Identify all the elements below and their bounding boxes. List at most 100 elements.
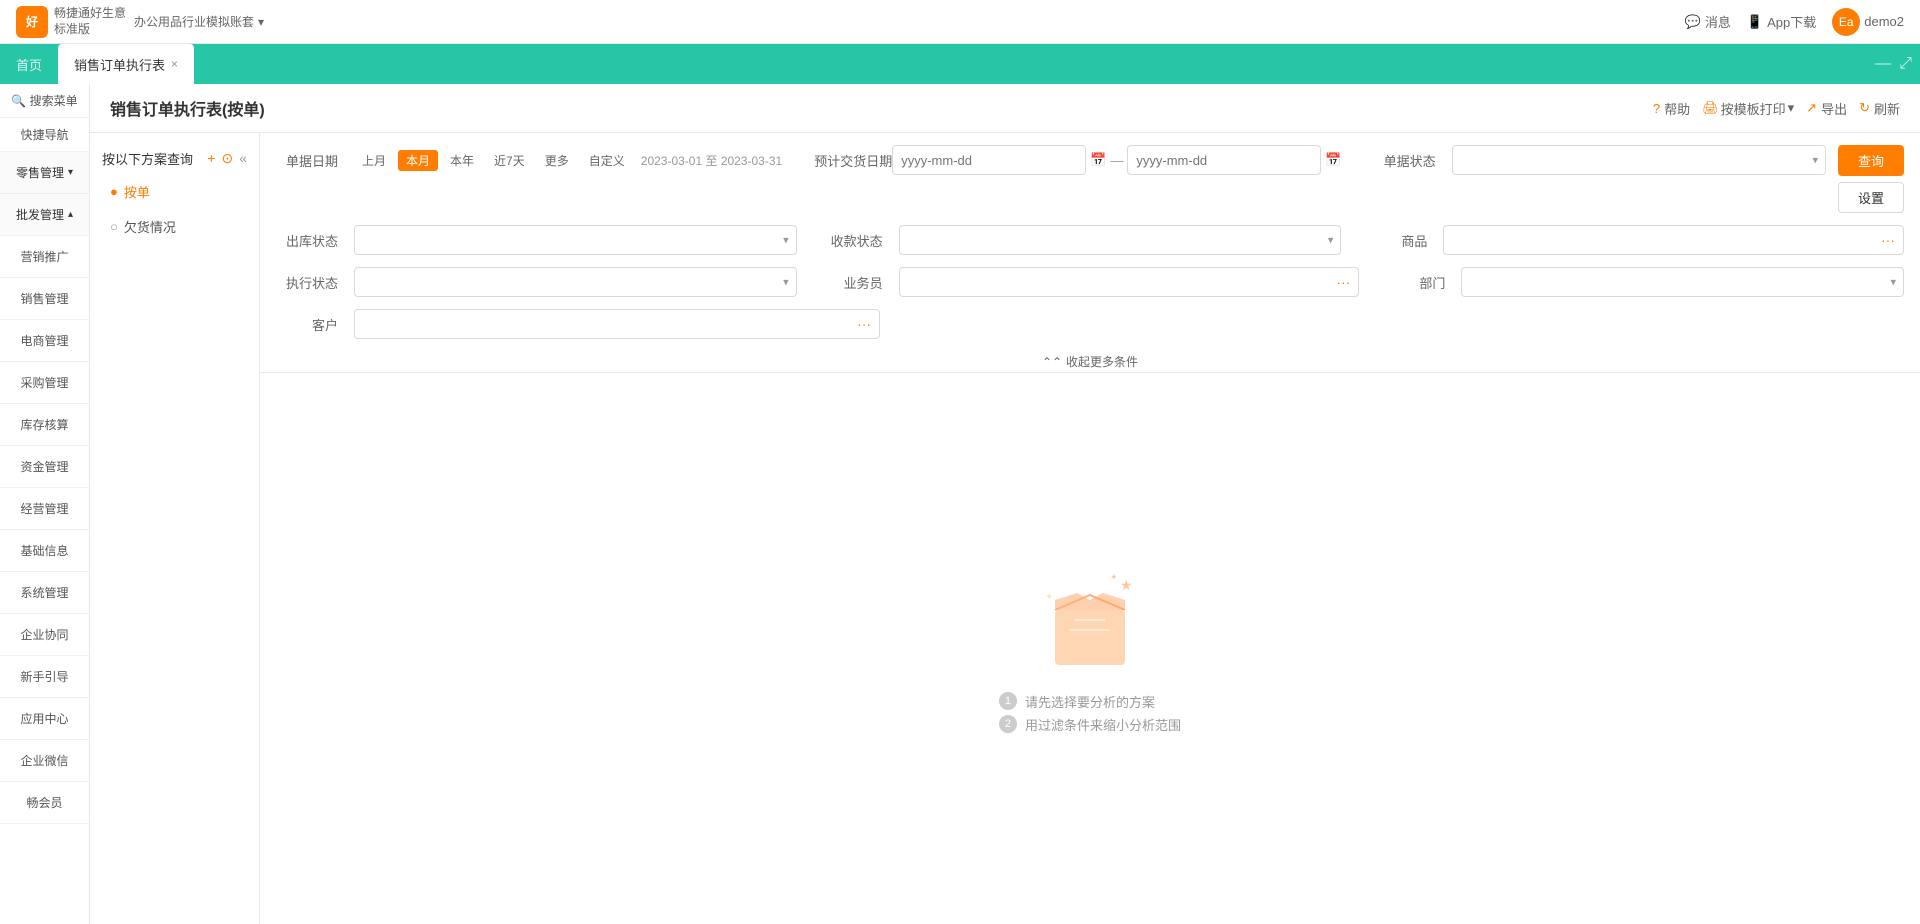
dept-select[interactable]: [1461, 267, 1904, 297]
content: 销售订单执行表(按单) ? 帮助 🖨 按模板打印 ▾ ↗ 导出 ↻ 刷新: [90, 84, 1920, 924]
sidebar-item-finance[interactable]: 资金管理: [0, 446, 89, 488]
dept-wrapper: [1461, 267, 1904, 297]
collapse-panel-button[interactable]: «: [239, 150, 247, 167]
filter-row-4: 客户 ···: [276, 309, 1904, 339]
sidebar-item-enterprise[interactable]: 企业协同: [0, 614, 89, 656]
sidebar-item-marketing[interactable]: 营销推广: [0, 236, 89, 278]
help-icon: ?: [1653, 101, 1660, 116]
date-label: 单据日期: [276, 151, 346, 170]
filter-row-1: 单据日期 上月 本月 本年 近7天 更多 自定义 2023-03-01 至 20…: [276, 145, 1904, 213]
help-button[interactable]: ? 帮助: [1653, 99, 1690, 118]
delivery-status-label: 出库状态: [276, 231, 346, 250]
payment-status-label: 收款状态: [821, 231, 891, 250]
tab-maximize-icon[interactable]: ⤢: [1899, 55, 1912, 73]
action-buttons: 查询 设置: [1838, 145, 1904, 213]
calendar-end-icon[interactable]: 📅: [1325, 152, 1341, 168]
sidebar-quick-nav[interactable]: 快捷导航: [0, 118, 89, 152]
message-button[interactable]: 💬 消息: [1685, 12, 1731, 31]
empty-icon-svg: ★ ✦ ✦: [1035, 565, 1145, 675]
sidebar-item-system[interactable]: 系统管理: [0, 572, 89, 614]
user-menu[interactable]: Ea demo2: [1832, 8, 1904, 36]
sidebar-item-ecommerce[interactable]: 电商管理: [0, 320, 89, 362]
goods-field[interactable]: ···: [1443, 225, 1904, 255]
sidebar-search[interactable]: 🔍 搜索菜单: [0, 84, 89, 118]
delivery-status-select[interactable]: [354, 225, 797, 255]
sidebar: 🔍 搜索菜单 快捷导航 零售管理 ▾ 批发管理 ▴ 营销推广 销售管理 电商管理…: [0, 84, 90, 924]
salesperson-field[interactable]: ···: [899, 267, 1360, 297]
payment-status-select[interactable]: [899, 225, 1342, 255]
app-dropdown[interactable]: 办公用品行业模拟账套 ▾: [134, 13, 264, 30]
exec-status-select[interactable]: [354, 267, 797, 297]
sidebar-item-basic-info[interactable]: 基础信息: [0, 530, 89, 572]
setting-button[interactable]: 设置: [1838, 182, 1904, 213]
active-scheme-icon: ●: [110, 184, 118, 199]
download-icon: 📱: [1747, 14, 1763, 30]
chevron-down-icon: ▾: [68, 167, 73, 178]
date-tab-current-year[interactable]: 本年: [442, 150, 482, 171]
message-icon: 💬: [1685, 14, 1701, 30]
scheme-item-shortage[interactable]: ○ 欠货情况: [90, 209, 259, 244]
exec-status-label: 执行状态: [276, 273, 346, 292]
goods-more-icon[interactable]: ···: [1881, 232, 1895, 248]
salesperson-more-icon[interactable]: ···: [1336, 274, 1350, 290]
date-tab-7days[interactable]: 近7天: [486, 150, 533, 171]
tab-close-icon[interactable]: ×: [171, 57, 178, 71]
date-tab-current-month[interactable]: 本月: [398, 150, 438, 171]
sidebar-item-new-guide[interactable]: 新手引导: [0, 656, 89, 698]
hint-number-2: 2: [999, 715, 1017, 733]
expected-date-label: 预计交货日期: [814, 151, 884, 170]
status-select[interactable]: [1452, 145, 1826, 175]
scheme-item-by-order[interactable]: ● 按单: [90, 174, 259, 209]
date-separator: —: [1110, 153, 1123, 168]
payment-status-wrapper: [899, 225, 1342, 255]
svg-text:✦: ✦: [1110, 572, 1118, 582]
print-icon: 🖨: [1702, 100, 1719, 116]
filter-row-3: 执行状态 业务员 ··· 部门: [276, 267, 1904, 297]
sidebar-item-inventory[interactable]: 库存核算: [0, 404, 89, 446]
calendar-start-icon[interactable]: 📅: [1090, 152, 1106, 168]
edit-scheme-button[interactable]: ⊙: [221, 150, 233, 167]
add-scheme-button[interactable]: +: [207, 150, 215, 167]
logo-area: 好 畅捷通好生意 标准版: [16, 6, 126, 38]
sidebar-item-operations[interactable]: 经营管理: [0, 488, 89, 530]
main-layout: 🔍 搜索菜单 快捷导航 零售管理 ▾ 批发管理 ▴ 营销推广 销售管理 电商管理…: [0, 84, 1920, 924]
date-tab-more[interactable]: 更多: [537, 150, 577, 171]
sidebar-item-wholesale[interactable]: 批发管理 ▴: [0, 194, 89, 236]
filter-content: 单据日期 上月 本月 本年 近7天 更多 自定义 2023-03-01 至 20…: [260, 133, 1920, 924]
date-range-display: 2023-03-01 至 2023-03-31: [641, 152, 782, 169]
collapse-button[interactable]: ⌃⌃ 收起更多条件: [276, 347, 1904, 372]
sidebar-item-purchase[interactable]: 采购管理: [0, 362, 89, 404]
date-tab-custom[interactable]: 自定义: [581, 150, 633, 171]
print-dropdown-icon: ▾: [1788, 100, 1795, 116]
sidebar-item-enterprise-wechat[interactable]: 企业微信: [0, 740, 89, 782]
sidebar-item-retail[interactable]: 零售管理 ▾: [0, 152, 89, 194]
customer-more-icon[interactable]: ···: [857, 316, 871, 332]
tab-bar-actions: — ⤢: [1875, 55, 1920, 73]
empty-hints: 1 请先选择要分析的方案 2 用过滤条件来缩小分析范围: [999, 692, 1181, 738]
sidebar-item-app-center[interactable]: 应用中心: [0, 698, 89, 740]
sidebar-item-member[interactable]: 畅会员: [0, 782, 89, 824]
logo-text: 畅捷通好生意 标准版: [54, 6, 126, 37]
refresh-button[interactable]: ↻ 刷新: [1859, 99, 1900, 118]
dept-label: 部门: [1383, 273, 1453, 292]
query-button[interactable]: 查询: [1838, 145, 1904, 176]
customer-field[interactable]: ···: [354, 309, 880, 339]
top-bar-left: 好 畅捷通好生意 标准版 办公用品行业模拟账套 ▾: [16, 6, 264, 38]
sidebar-item-sales[interactable]: 销售管理: [0, 278, 89, 320]
export-button[interactable]: ↗ 导出: [1806, 99, 1847, 118]
app-download-button[interactable]: 📱 App下载: [1747, 12, 1816, 31]
tab-minimize-icon[interactable]: —: [1875, 55, 1891, 73]
date-tab-last-month[interactable]: 上月: [354, 150, 394, 171]
tab-sales-order[interactable]: 销售订单执行表 ×: [58, 44, 194, 84]
expected-date-range: 📅 — 📅: [892, 145, 1341, 175]
top-bar-right: 💬 消息 📱 App下载 Ea demo2: [1685, 8, 1904, 36]
expected-date-end[interactable]: [1127, 145, 1321, 175]
tab-bar: 首页 销售订单执行表 × — ⤢: [0, 44, 1920, 84]
scheme-icon: ○: [110, 219, 118, 234]
delivery-status-wrapper: [354, 225, 797, 255]
print-button[interactable]: 🖨 按模板打印 ▾: [1702, 99, 1794, 118]
chevron-up-icon: ▴: [68, 209, 73, 220]
tab-home[interactable]: 首页: [0, 44, 58, 84]
hint-number-1: 1: [999, 692, 1017, 710]
expected-date-start[interactable]: [892, 145, 1086, 175]
